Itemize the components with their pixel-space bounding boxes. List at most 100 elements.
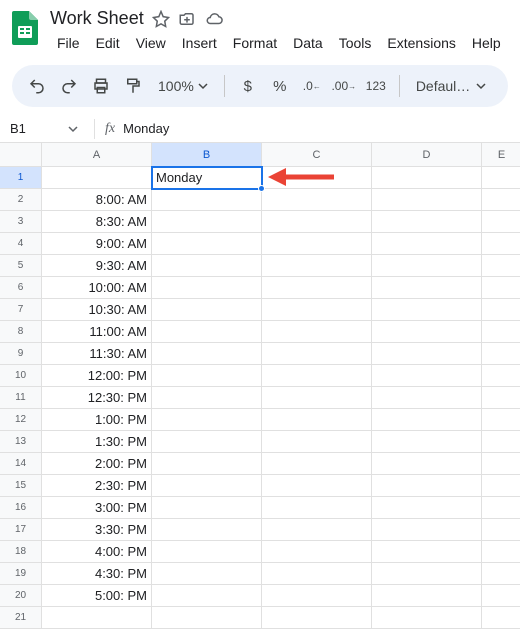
selection-handle[interactable] xyxy=(258,185,265,192)
cell-E16[interactable] xyxy=(482,497,520,519)
cell-C20[interactable] xyxy=(262,585,372,607)
cell-D1[interactable] xyxy=(372,167,482,189)
cell-B15[interactable] xyxy=(152,475,262,497)
row-header-19[interactable]: 19 xyxy=(0,563,42,585)
cell-C7[interactable] xyxy=(262,299,372,321)
cell-E12[interactable] xyxy=(482,409,520,431)
cell-B20[interactable] xyxy=(152,585,262,607)
row-header-15[interactable]: 15 xyxy=(0,475,42,497)
row-header-20[interactable]: 20 xyxy=(0,585,42,607)
cell-A17[interactable]: 3:30: PM xyxy=(42,519,152,541)
cell-B19[interactable] xyxy=(152,563,262,585)
cell-B18[interactable] xyxy=(152,541,262,563)
cell-B17[interactable] xyxy=(152,519,262,541)
menu-help[interactable]: Help xyxy=(465,31,508,55)
row-header-11[interactable]: 11 xyxy=(0,387,42,409)
cell-B10[interactable] xyxy=(152,365,262,387)
spreadsheet-grid[interactable]: ABCDE1Monday28:00: AM38:30: AM49:00: AM5… xyxy=(0,143,520,629)
cell-A20[interactable]: 5:00: PM xyxy=(42,585,152,607)
cell-E8[interactable] xyxy=(482,321,520,343)
cell-C21[interactable] xyxy=(262,607,372,629)
cell-A10[interactable]: 12:00: PM xyxy=(42,365,152,387)
currency-button[interactable]: $ xyxy=(233,71,263,101)
cell-E5[interactable] xyxy=(482,255,520,277)
row-header-8[interactable]: 8 xyxy=(0,321,42,343)
cell-A6[interactable]: 10:00: AM xyxy=(42,277,152,299)
document-title[interactable]: Work Sheet xyxy=(50,8,144,29)
cell-D10[interactable] xyxy=(372,365,482,387)
menu-format[interactable]: Format xyxy=(226,31,284,55)
cell-A8[interactable]: 11:00: AM xyxy=(42,321,152,343)
cell-E21[interactable] xyxy=(482,607,520,629)
cell-D12[interactable] xyxy=(372,409,482,431)
cell-A14[interactable]: 2:00: PM xyxy=(42,453,152,475)
cell-D11[interactable] xyxy=(372,387,482,409)
cell-A19[interactable]: 4:30: PM xyxy=(42,563,152,585)
cell-C18[interactable] xyxy=(262,541,372,563)
row-header-9[interactable]: 9 xyxy=(0,343,42,365)
cell-C19[interactable] xyxy=(262,563,372,585)
cell-D8[interactable] xyxy=(372,321,482,343)
cell-C15[interactable] xyxy=(262,475,372,497)
cell-E9[interactable] xyxy=(482,343,520,365)
cell-B21[interactable] xyxy=(152,607,262,629)
menu-view[interactable]: View xyxy=(129,31,173,55)
cell-C6[interactable] xyxy=(262,277,372,299)
cell-C12[interactable] xyxy=(262,409,372,431)
font-dropdown[interactable]: Defaul… xyxy=(408,78,494,94)
cell-D3[interactable] xyxy=(372,211,482,233)
cell-C9[interactable] xyxy=(262,343,372,365)
cell-B2[interactable] xyxy=(152,189,262,211)
percent-button[interactable]: % xyxy=(265,71,295,101)
cell-D19[interactable] xyxy=(372,563,482,585)
cell-C16[interactable] xyxy=(262,497,372,519)
cell-C17[interactable] xyxy=(262,519,372,541)
cell-E1[interactable] xyxy=(482,167,520,189)
row-header-14[interactable]: 14 xyxy=(0,453,42,475)
cell-C4[interactable] xyxy=(262,233,372,255)
cell-C8[interactable] xyxy=(262,321,372,343)
cell-D15[interactable] xyxy=(372,475,482,497)
cell-D16[interactable] xyxy=(372,497,482,519)
cell-C3[interactable] xyxy=(262,211,372,233)
row-header-7[interactable]: 7 xyxy=(0,299,42,321)
cell-D5[interactable] xyxy=(372,255,482,277)
cell-D6[interactable] xyxy=(372,277,482,299)
cell-B14[interactable] xyxy=(152,453,262,475)
menu-extensions[interactable]: Extensions xyxy=(380,31,462,55)
cell-E15[interactable] xyxy=(482,475,520,497)
cell-E2[interactable] xyxy=(482,189,520,211)
cell-D7[interactable] xyxy=(372,299,482,321)
cell-E7[interactable] xyxy=(482,299,520,321)
cell-A21[interactable] xyxy=(42,607,152,629)
cell-A4[interactable]: 9:00: AM xyxy=(42,233,152,255)
undo-button[interactable] xyxy=(22,71,52,101)
column-header-B[interactable]: B xyxy=(152,143,262,167)
cell-A3[interactable]: 8:30: AM xyxy=(42,211,152,233)
cell-E6[interactable] xyxy=(482,277,520,299)
cell-B3[interactable] xyxy=(152,211,262,233)
cell-B7[interactable] xyxy=(152,299,262,321)
zoom-dropdown[interactable]: 100% xyxy=(150,78,216,94)
row-header-21[interactable]: 21 xyxy=(0,607,42,629)
cell-D17[interactable] xyxy=(372,519,482,541)
cell-A13[interactable]: 1:30: PM xyxy=(42,431,152,453)
cell-D2[interactable] xyxy=(372,189,482,211)
row-header-1[interactable]: 1 xyxy=(0,167,42,189)
cell-B5[interactable] xyxy=(152,255,262,277)
cell-D18[interactable] xyxy=(372,541,482,563)
cell-A16[interactable]: 3:00: PM xyxy=(42,497,152,519)
row-header-4[interactable]: 4 xyxy=(0,233,42,255)
name-box[interactable]: B1 xyxy=(10,121,68,136)
menu-edit[interactable]: Edit xyxy=(89,31,127,55)
cell-E19[interactable] xyxy=(482,563,520,585)
cell-E20[interactable] xyxy=(482,585,520,607)
cell-C13[interactable] xyxy=(262,431,372,453)
row-header-2[interactable]: 2 xyxy=(0,189,42,211)
column-header-D[interactable]: D xyxy=(372,143,482,167)
cell-D9[interactable] xyxy=(372,343,482,365)
cell-A5[interactable]: 9:30: AM xyxy=(42,255,152,277)
cell-D21[interactable] xyxy=(372,607,482,629)
cell-E13[interactable] xyxy=(482,431,520,453)
more-formats-button[interactable]: 123 xyxy=(361,71,391,101)
